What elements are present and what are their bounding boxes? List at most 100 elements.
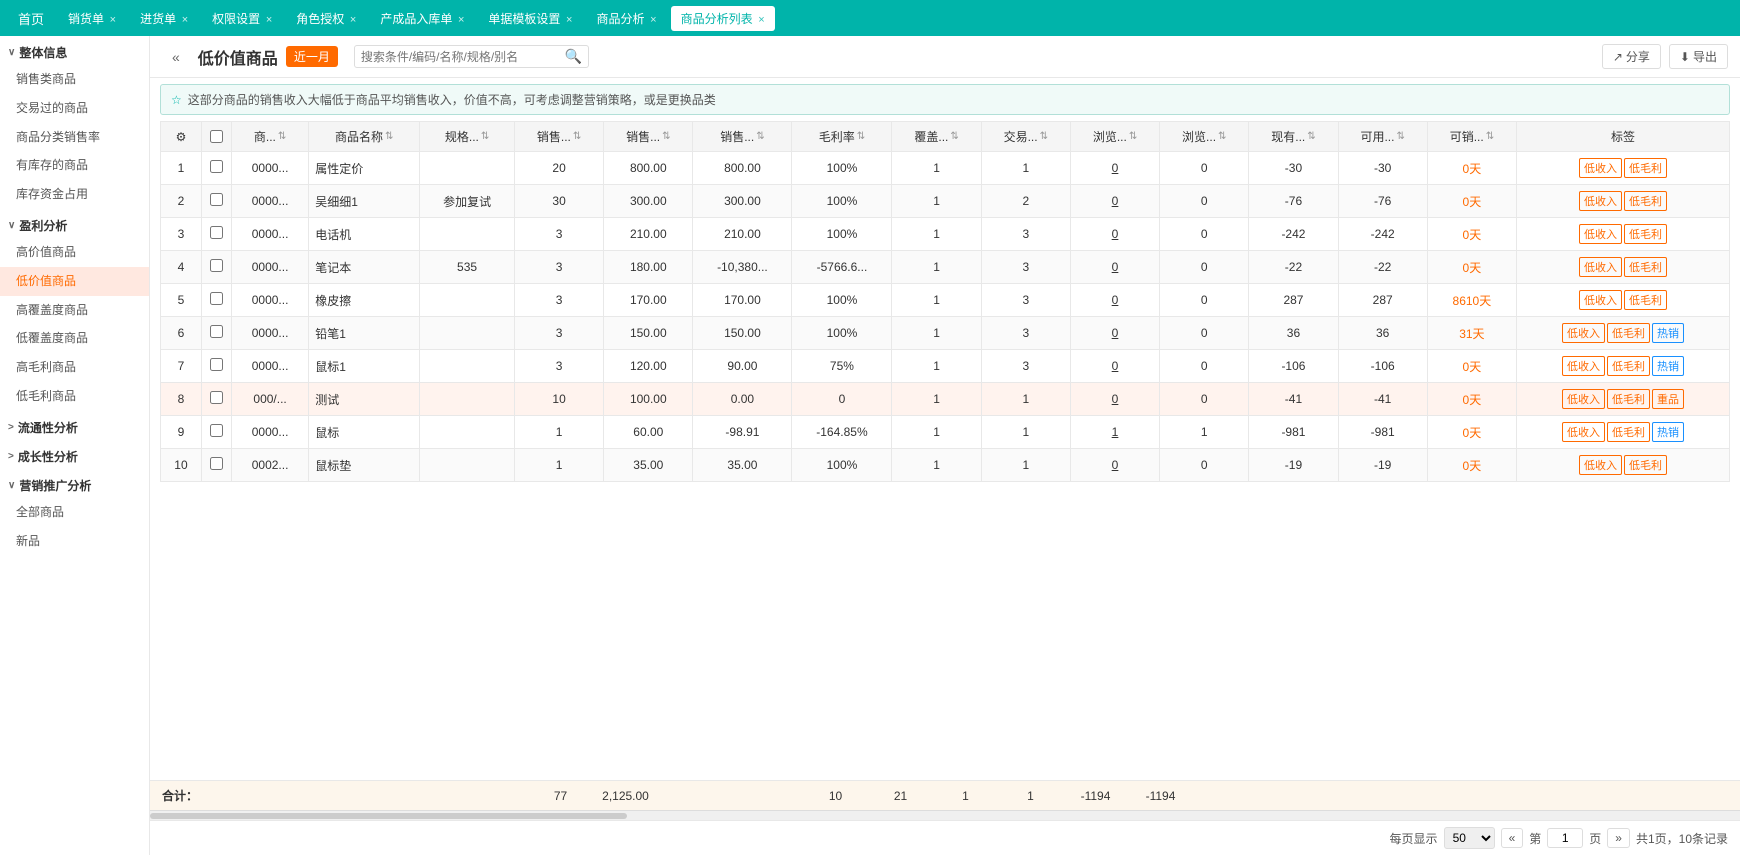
sidebar-item-high-value[interactable]: 高价值商品	[0, 238, 149, 267]
sidebar-item-all-goods[interactable]: 全部商品	[0, 498, 149, 527]
sidebar-group-marketing[interactable]: ∨ 营销推广分析	[0, 469, 149, 498]
row-trade: 3	[981, 251, 1070, 284]
nav-purchase[interactable]: 进货单 ×	[130, 6, 198, 31]
sidebar-item-high-coverage[interactable]: 高覆盖度商品	[0, 296, 149, 325]
footer-browse1: 1	[933, 789, 998, 803]
row-browse1[interactable]: 0	[1070, 185, 1159, 218]
browse1-link[interactable]: 0	[1112, 326, 1119, 340]
row-sale-amt: 300.00	[604, 185, 693, 218]
row-browse1[interactable]: 0	[1070, 317, 1159, 350]
sidebar-item-traded-goods[interactable]: 交易过的商品	[0, 94, 149, 123]
sidebar-item-low-coverage[interactable]: 低覆盖度商品	[0, 324, 149, 353]
sidebar-item-sales-goods[interactable]: 销售类商品	[0, 65, 149, 94]
nav-product-analysis[interactable]: 商品分析 ×	[586, 6, 666, 31]
sidebar-group-profit[interactable]: ∨ 盈利分析	[0, 209, 149, 238]
browse1-link[interactable]: 0	[1112, 227, 1119, 241]
row-browse1[interactable]: 1	[1070, 416, 1159, 449]
share-button[interactable]: ↗ 分享	[1602, 44, 1661, 69]
sort-coverage-icon[interactable]: ⇅	[950, 131, 958, 142]
export-button[interactable]: ⬇ 导出	[1669, 44, 1728, 69]
row-checkbox[interactable]	[210, 292, 223, 305]
row-browse1[interactable]: 0	[1070, 152, 1159, 185]
nav-permissions[interactable]: 权限设置 ×	[202, 6, 282, 31]
filter-period-button[interactable]: 近一月	[286, 46, 338, 67]
footer-cells: 77 2,125.00 10 21 1 1 -1194 -1194	[242, 789, 1728, 803]
nav-home[interactable]: 首页	[8, 5, 54, 32]
row-checkbox-cell	[201, 350, 231, 383]
sort-trade-icon[interactable]: ⇅	[1040, 131, 1048, 142]
sort-browse1-icon[interactable]: ⇅	[1129, 131, 1137, 142]
sort-browse2-icon[interactable]: ⇅	[1218, 131, 1226, 142]
browse1-link[interactable]: 0	[1112, 161, 1119, 175]
first-page-button[interactable]: «	[1501, 828, 1524, 848]
sort-name-icon[interactable]: ⇅	[385, 131, 393, 142]
sidebar-item-low-value[interactable]: 低价值商品	[0, 267, 149, 296]
row-checkbox[interactable]	[210, 325, 223, 338]
row-checkbox[interactable]	[210, 457, 223, 470]
sidebar-item-stocked-goods[interactable]: 有库存的商品	[0, 151, 149, 180]
sort-sale-amt-icon[interactable]: ⇅	[662, 131, 670, 142]
browse1-link[interactable]: 0	[1112, 194, 1119, 208]
sort-sale-qty-icon[interactable]: ⇅	[573, 131, 581, 142]
row-browse1[interactable]: 0	[1070, 284, 1159, 317]
nav-template[interactable]: 单据模板设置 ×	[478, 6, 582, 31]
row-browse2: 0	[1160, 218, 1249, 251]
next-page-button[interactable]: »	[1607, 828, 1630, 848]
nav-product-inbound[interactable]: 产成品入库单 ×	[370, 6, 474, 31]
nav-sales[interactable]: 销货单 ×	[58, 6, 126, 31]
sidebar-item-inventory-capital[interactable]: 库存资金占用	[0, 180, 149, 209]
row-trade: 2	[981, 185, 1070, 218]
row-checkbox[interactable]	[210, 226, 223, 239]
row-num: 9	[161, 416, 202, 449]
sidebar-group-overall[interactable]: ∨ 整体信息	[0, 36, 149, 65]
row-available: -242	[1338, 218, 1427, 251]
sidebar-item-new-goods[interactable]: 新品	[0, 527, 149, 556]
browse1-link[interactable]: 0	[1112, 260, 1119, 274]
row-trade: 3	[981, 350, 1070, 383]
row-spec	[420, 383, 515, 416]
row-browse1[interactable]: 0	[1070, 350, 1159, 383]
browse1-link[interactable]: 0	[1112, 293, 1119, 307]
row-browse1[interactable]: 0	[1070, 218, 1159, 251]
row-browse1[interactable]: 0	[1070, 383, 1159, 416]
row-checkbox[interactable]	[210, 193, 223, 206]
sidebar-group-circulation[interactable]: > 流通性分析	[0, 411, 149, 440]
sidebar-item-low-margin[interactable]: 低毛利商品	[0, 382, 149, 411]
browse1-link[interactable]: 0	[1112, 458, 1119, 472]
table-wrapper[interactable]: ⚙ 商...⇅ 商品名称⇅ 规格...⇅ 销售...⇅ 销售...⇅ 销售...…	[150, 121, 1740, 780]
sort-sale-price-icon[interactable]: ⇅	[756, 131, 764, 142]
page-number-input[interactable]	[1547, 828, 1583, 848]
nav-role-auth[interactable]: 角色授权 ×	[286, 6, 366, 31]
row-checkbox[interactable]	[210, 358, 223, 371]
row-browse1[interactable]: 0	[1070, 449, 1159, 482]
browse1-link[interactable]: 0	[1112, 359, 1119, 373]
sort-spec-icon[interactable]: ⇅	[481, 131, 489, 142]
row-code: 000/...	[231, 383, 308, 416]
sidebar-item-category-sales-rate[interactable]: 商品分类销售率	[0, 123, 149, 152]
row-checkbox[interactable]	[210, 391, 223, 404]
search-icon[interactable]: 🔍	[565, 48, 582, 65]
scrollbar-thumb[interactable]	[150, 813, 627, 819]
per-page-select[interactable]: 50 20 100	[1444, 827, 1495, 849]
col-checkbox[interactable]	[201, 122, 231, 152]
horizontal-scrollbar[interactable]	[150, 810, 1740, 820]
sort-current-icon[interactable]: ⇅	[1307, 131, 1315, 142]
collapse-sidebar-button[interactable]: «	[162, 46, 190, 68]
sidebar-group-growth[interactable]: > 成长性分析	[0, 440, 149, 469]
sidebar-item-high-margin[interactable]: 高毛利商品	[0, 353, 149, 382]
select-all-checkbox[interactable]	[210, 130, 223, 143]
row-browse1[interactable]: 0	[1070, 251, 1159, 284]
row-checkbox[interactable]	[210, 259, 223, 272]
sort-sellable-icon[interactable]: ⇅	[1486, 131, 1494, 142]
sort-available-icon[interactable]: ⇅	[1396, 131, 1404, 142]
row-checkbox[interactable]	[210, 424, 223, 437]
col-settings[interactable]: ⚙	[161, 122, 202, 152]
row-checkbox[interactable]	[210, 160, 223, 173]
sort-margin-icon[interactable]: ⇅	[857, 131, 865, 142]
browse1-link[interactable]: 0	[1112, 392, 1119, 406]
row-trade: 3	[981, 284, 1070, 317]
search-input[interactable]	[361, 50, 561, 64]
nav-product-analysis-list[interactable]: 商品分析列表 ×	[671, 6, 775, 31]
sort-code-icon[interactable]: ⇅	[278, 131, 286, 142]
browse1-link[interactable]: 1	[1112, 425, 1119, 439]
